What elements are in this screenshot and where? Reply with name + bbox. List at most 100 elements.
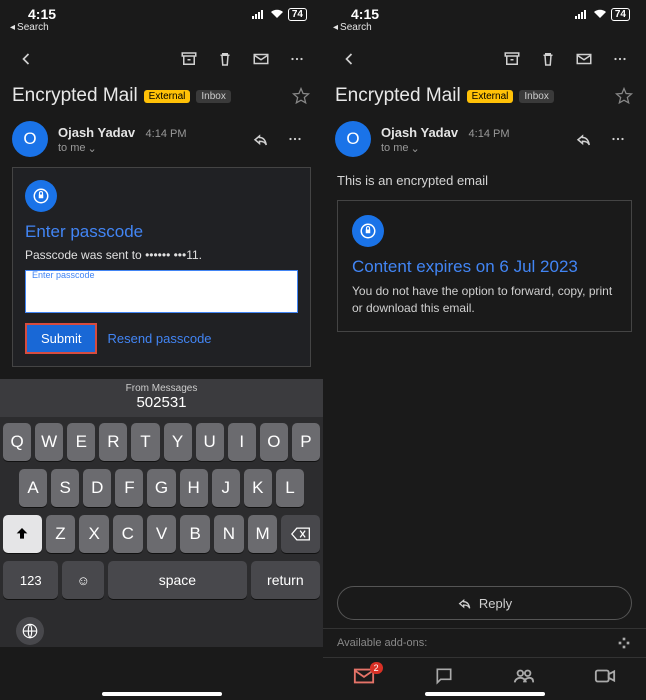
suggestion-code: 502531: [0, 394, 323, 411]
archive-button[interactable]: [496, 43, 528, 75]
key-y[interactable]: Y: [164, 423, 192, 461]
status-indicators: 74: [252, 8, 307, 21]
sender-to: to me: [58, 142, 86, 154]
globe-key[interactable]: [16, 617, 44, 645]
space-key[interactable]: space: [108, 561, 247, 599]
key-d[interactable]: D: [83, 469, 111, 507]
reply-icon-button[interactable]: [568, 123, 600, 155]
keyboard-bottom-row: [0, 613, 323, 647]
delete-button[interactable]: [532, 43, 564, 75]
expiry-subtitle: You do not have the option to forward, c…: [352, 283, 617, 317]
sender-info[interactable]: Ojash Yadav 4:14 PM to me ⌄: [58, 124, 235, 155]
key-m[interactable]: M: [248, 515, 278, 553]
sender-avatar[interactable]: O: [12, 121, 48, 157]
status-time: 4:15: [28, 6, 56, 22]
mail-badge: 2: [370, 662, 383, 674]
key-g[interactable]: G: [147, 469, 175, 507]
star-button[interactable]: [614, 86, 634, 106]
key-v[interactable]: V: [147, 515, 177, 553]
expiry-title: Content expires on 6 Jul 2023: [352, 257, 617, 277]
message-more-button[interactable]: [602, 123, 634, 155]
subject-row: Encrypted Mail External Inbox: [0, 81, 323, 115]
mark-unread-button[interactable]: [568, 43, 600, 75]
status-time: 4:15: [351, 6, 379, 22]
back-link[interactable]: ◂ Search: [323, 22, 646, 37]
back-button[interactable]: [333, 43, 365, 75]
sender-info[interactable]: Ojash Yadav 4:14 PM to me ⌄: [381, 124, 558, 155]
nav-chat[interactable]: [434, 666, 454, 686]
star-button[interactable]: [291, 86, 311, 106]
key-r[interactable]: R: [99, 423, 127, 461]
chevron-left-icon: ◂: [10, 22, 15, 33]
external-chip: External: [144, 90, 191, 103]
home-indicator[interactable]: [425, 692, 545, 696]
keyboard-suggestion[interactable]: From Messages 502531: [0, 379, 323, 417]
backspace-key[interactable]: [281, 515, 320, 553]
mark-unread-button[interactable]: [245, 43, 277, 75]
key-j[interactable]: J: [212, 469, 240, 507]
key-n[interactable]: N: [214, 515, 244, 553]
key-p[interactable]: P: [292, 423, 320, 461]
numbers-key[interactable]: 123: [3, 561, 58, 599]
battery-icon: 74: [611, 8, 630, 21]
key-i[interactable]: I: [228, 423, 256, 461]
nav-mail[interactable]: 2: [353, 667, 375, 685]
suggestion-source: From Messages: [0, 383, 323, 394]
email-toolbar: [0, 37, 323, 81]
more-button[interactable]: [604, 43, 636, 75]
key-s[interactable]: S: [51, 469, 79, 507]
addons-row: Available add-ons:: [323, 628, 646, 657]
resend-link[interactable]: Resend passcode: [107, 331, 211, 346]
chevron-left-icon: ◂: [333, 22, 338, 33]
key-k[interactable]: K: [244, 469, 272, 507]
slack-icon[interactable]: [616, 635, 632, 651]
key-q[interactable]: Q: [3, 423, 31, 461]
key-l[interactable]: L: [276, 469, 304, 507]
reply-button[interactable]: Reply: [337, 586, 632, 620]
submit-button[interactable]: Submit: [25, 323, 97, 354]
nav-meet[interactable]: [594, 668, 616, 684]
key-b[interactable]: B: [180, 515, 210, 553]
delete-button[interactable]: [209, 43, 241, 75]
message-more-button[interactable]: [279, 123, 311, 155]
key-u[interactable]: U: [196, 423, 224, 461]
sender-avatar[interactable]: O: [335, 121, 371, 157]
home-indicator[interactable]: [102, 692, 222, 696]
key-w[interactable]: W: [35, 423, 63, 461]
keyboard: QWERTYUIOP ASDFGHJKL ZXCVBNM 123 ☺ space…: [0, 417, 323, 613]
key-a[interactable]: A: [19, 469, 47, 507]
wifi-icon: [270, 9, 284, 19]
sender-time: 4:14 PM: [469, 128, 510, 140]
key-x[interactable]: X: [79, 515, 109, 553]
return-key[interactable]: return: [251, 561, 320, 599]
key-z[interactable]: Z: [46, 515, 76, 553]
shift-key[interactable]: [3, 515, 42, 553]
emoji-key[interactable]: ☺: [62, 561, 104, 599]
back-link[interactable]: ◂ Search: [0, 22, 323, 37]
right-screenshot: 4:15 74 ◂ Search: [323, 0, 646, 700]
key-f[interactable]: F: [115, 469, 143, 507]
key-t[interactable]: T: [131, 423, 159, 461]
subject-row: Encrypted Mail External Inbox: [323, 81, 646, 115]
key-e[interactable]: E: [67, 423, 95, 461]
chevron-down-icon: ⌄: [88, 142, 97, 155]
key-o[interactable]: O: [260, 423, 288, 461]
key-c[interactable]: C: [113, 515, 143, 553]
email-subject: Encrypted Mail: [12, 85, 138, 107]
back-button[interactable]: [10, 43, 42, 75]
reply-icon-button[interactable]: [245, 123, 277, 155]
more-button[interactable]: [281, 43, 313, 75]
passcode-card: Enter passcode Passcode was sent to ••••…: [12, 167, 311, 367]
chevron-down-icon: ⌄: [411, 142, 420, 155]
passcode-input-wrap[interactable]: Enter passcode: [25, 270, 298, 313]
archive-button[interactable]: [173, 43, 205, 75]
left-screenshot: 4:15 74 ◂ Search: [0, 0, 323, 700]
signal-icon: [252, 9, 266, 19]
inbox-chip: Inbox: [196, 90, 230, 103]
key-h[interactable]: H: [180, 469, 208, 507]
sender-name: Ojash Yadav: [58, 125, 135, 140]
passcode-input[interactable]: [34, 285, 289, 300]
email-subject: Encrypted Mail: [335, 85, 461, 107]
external-chip: External: [467, 90, 514, 103]
nav-spaces[interactable]: [513, 667, 535, 685]
